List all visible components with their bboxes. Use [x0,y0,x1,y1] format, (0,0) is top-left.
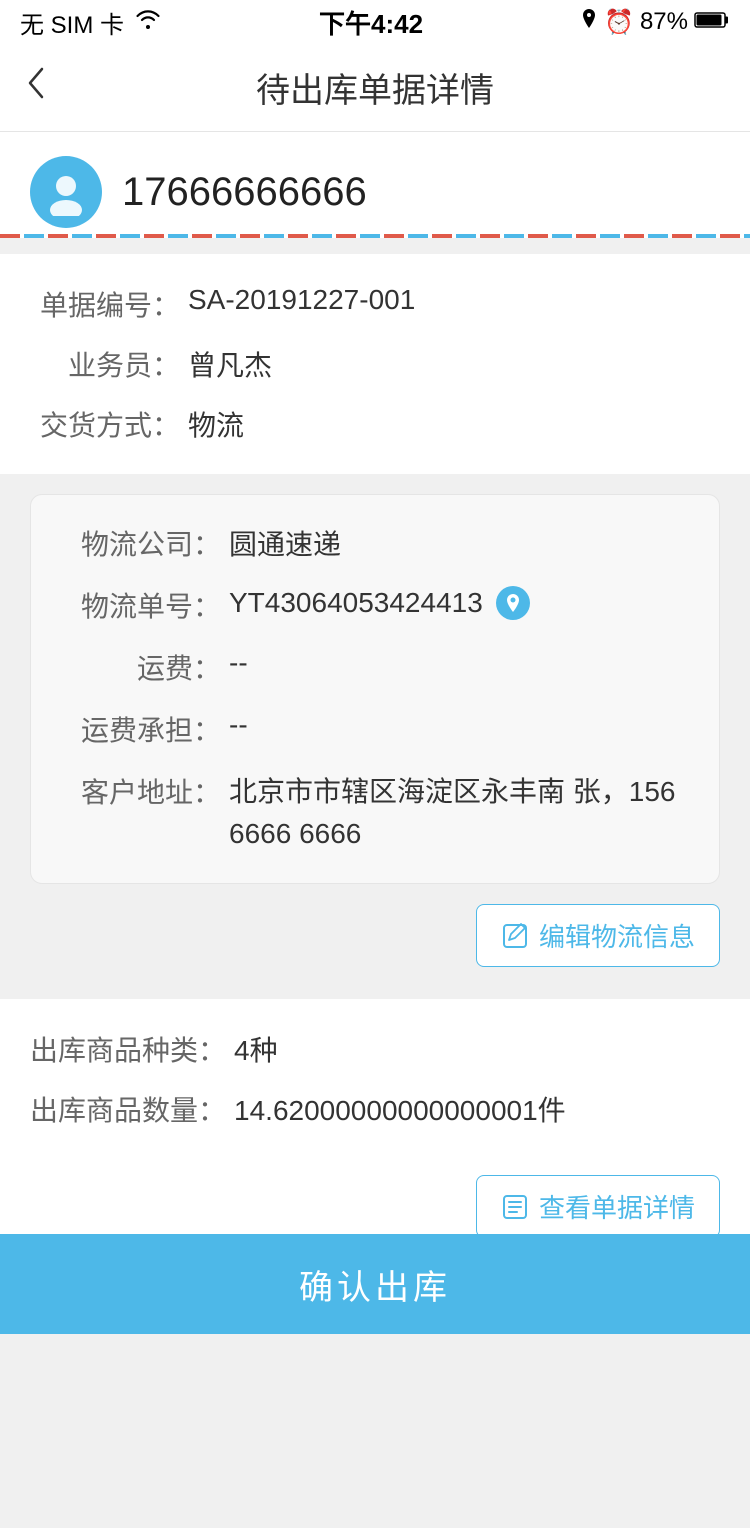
list-icon [501,1193,529,1221]
logistics-tracking-value: YT43064053424413 [229,585,689,621]
address-row: 客户地址： 北京市市辖区海淀区永丰南 张，156 6666 6666 [61,771,689,855]
order-info-section: 单据编号： SA-20191227-001 业务员： 曾凡杰 交货方式： 物流 [0,254,750,474]
freight-value: -- [229,647,689,679]
dashed-divider [0,228,750,238]
order-number-label: 单据编号： [30,284,180,324]
stock-types-label: 出库商品种类： [30,1029,226,1069]
delivery-label: 交货方式： [30,404,180,444]
salesman-row: 业务员： 曾凡杰 [30,344,720,384]
confirm-spacer [0,1428,750,1528]
battery-level: 87% [640,8,688,36]
logistics-company-label: 物流公司： [61,523,221,563]
edit-logistics-label: 编辑物流信息 [539,917,695,954]
edit-logistics-button[interactable]: 编辑物流信息 [476,904,720,967]
logistics-company-value: 圆通速递 [229,523,689,563]
nav-bar: 待出库单据详情 [0,44,750,132]
stock-quantity-label: 出库商品数量： [30,1089,226,1129]
address-label: 客户地址： [61,771,221,811]
delivery-value: 物流 [188,404,720,444]
status-bar: 无 SIM 卡 下午4:42 ⏰ 87% [0,0,750,44]
logistics-company-row: 物流公司： 圆通速递 [61,523,689,563]
wifi-icon [134,8,162,36]
address-value: 北京市市辖区海淀区永丰南 张，156 6666 6666 [229,771,689,855]
freight-row: 运费： -- [61,647,689,687]
user-phone: 17666666666 [122,170,367,215]
location-status-icon [580,8,598,37]
salesman-label: 业务员： [30,344,180,384]
stock-types-row: 出库商品种类： 4种 [30,1029,720,1069]
back-button[interactable] [24,63,48,112]
freight-label: 运费： [61,647,221,687]
stock-quantity-value: 14.62000000000000001件 [234,1089,566,1129]
user-section: 17666666666 [0,132,750,228]
user-avatar [30,156,102,228]
stock-quantity-row: 出库商品数量： 14.62000000000000001件 [30,1089,720,1129]
stock-types-value: 4种 [234,1029,278,1069]
logistics-tracking-row: 物流单号： YT43064053424413 [61,585,689,625]
edit-btn-row: 编辑物流信息 [0,904,750,983]
alarm-icon: ⏰ [604,8,634,37]
view-detail-label: 查看单据详情 [539,1188,695,1225]
map-pin-icon[interactable] [495,585,531,621]
battery-icon [694,8,730,36]
status-time: 下午4:42 [319,4,423,41]
edit-icon [501,922,529,950]
logistics-tracking-label: 物流单号： [61,585,221,625]
confirm-button[interactable]: 确认出库 [0,1234,750,1334]
status-right: ⏰ 87% [580,8,730,37]
freight-bear-row: 运费承担： -- [61,709,689,749]
logistics-section: 物流公司： 圆通速递 物流单号： YT43064053424413 运费： --… [30,494,720,884]
gray-divider [0,983,750,999]
order-number-row: 单据编号： SA-20191227-001 [30,284,720,324]
delivery-row: 交货方式： 物流 [30,404,720,444]
sim-status: 无 SIM 卡 [20,5,124,40]
order-number-value: SA-20191227-001 [188,284,720,316]
status-left: 无 SIM 卡 [20,5,162,40]
page-title: 待出库单据详情 [256,63,494,112]
view-detail-button[interactable]: 查看单据详情 [476,1175,720,1238]
stock-section: 出库商品种类： 4种 出库商品数量： 14.62000000000000001件 [0,999,750,1159]
freight-bear-value: -- [229,709,689,741]
salesman-value: 曾凡杰 [188,344,720,384]
freight-bear-label: 运费承担： [61,709,221,749]
confirm-label: 确认出库 [299,1260,451,1309]
